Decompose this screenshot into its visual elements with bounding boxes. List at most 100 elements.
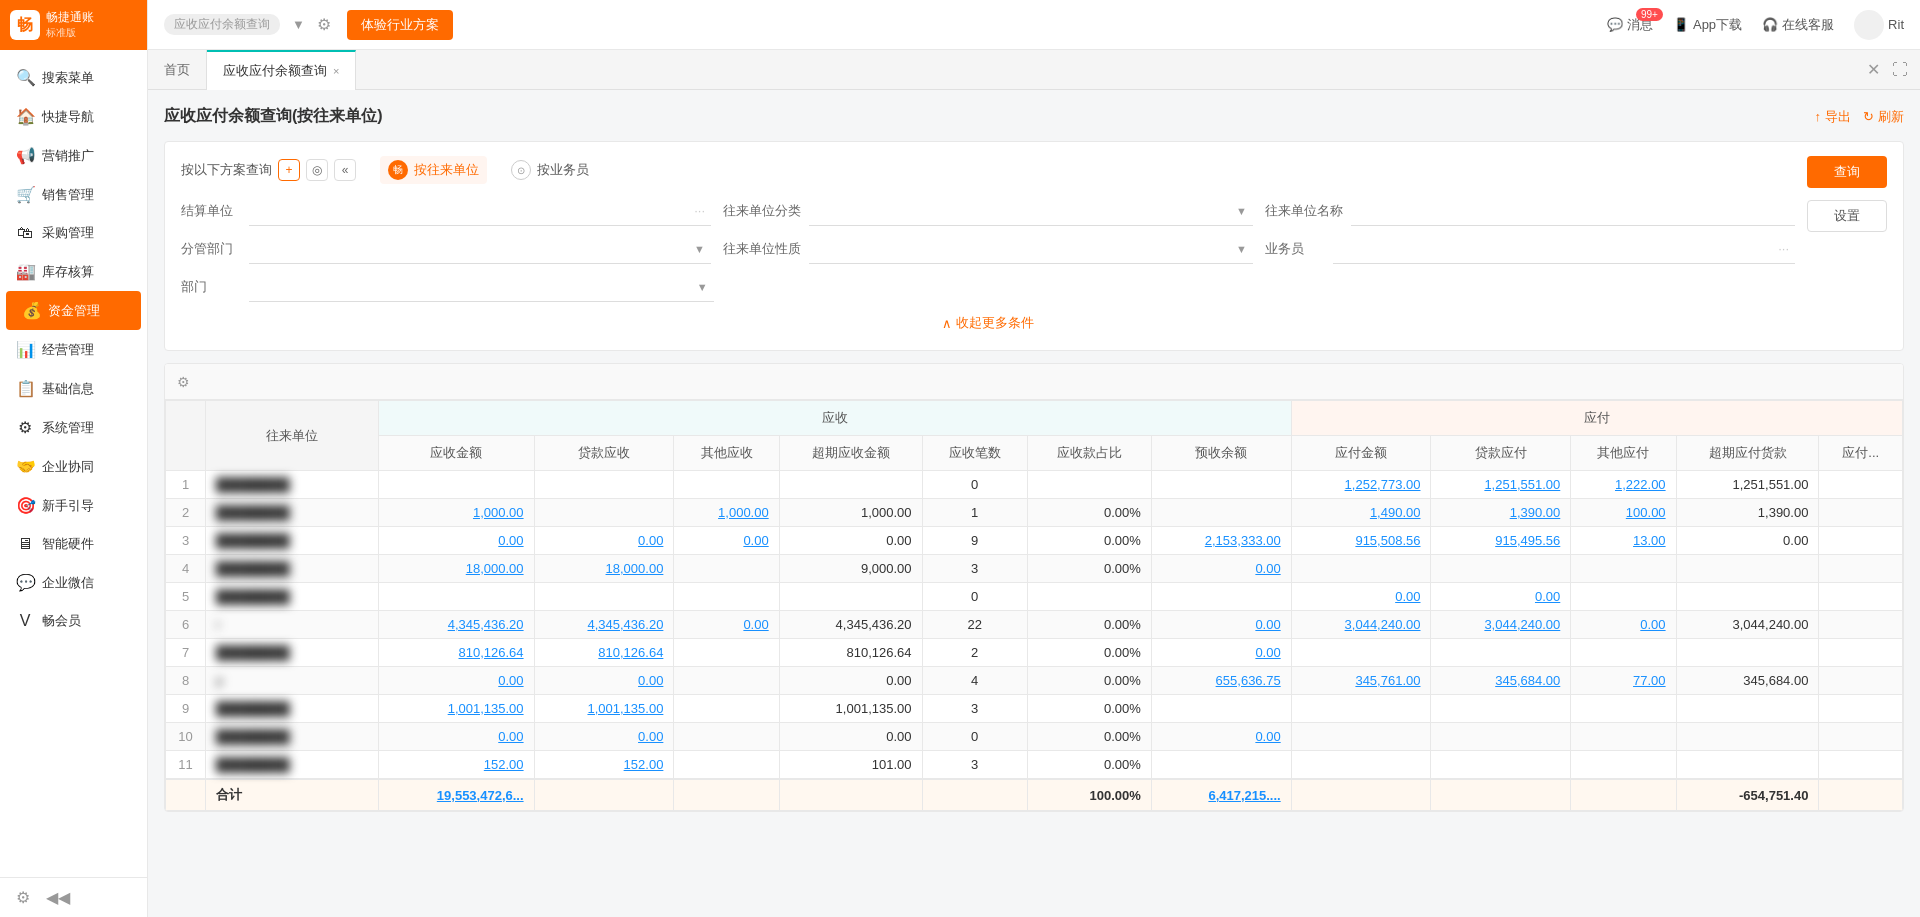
cell-receivable-amount[interactable]: 810,126.64 [379,639,534,667]
cell-prepaid-balance[interactable]: 2,153,333.00 [1151,527,1291,555]
filter-edit-icon[interactable]: ◎ [306,159,328,181]
sidebar-item-enterprise[interactable]: 🤝 企业协同 [0,447,147,486]
sidebar-item-purchase[interactable]: 🛍 采购管理 [0,214,147,252]
filter-add-icon[interactable]: + [278,159,300,181]
partner-category-select[interactable]: ▼ [809,196,1253,226]
cell-payable-amount[interactable]: 345,761.00 [1291,667,1431,695]
cell-loan-payable[interactable]: 345,684.00 [1431,667,1571,695]
sidebar-item-system[interactable]: ⚙ 系统管理 [0,408,147,447]
cell-loan-receivable[interactable]: 1,001,135.00 [534,695,674,723]
fullscreen-icon[interactable]: ⛶ [1892,61,1908,79]
col-receivable-ratio: 应收款占比 [1027,436,1151,471]
app-download-button[interactable]: 📱 App下载 [1673,16,1742,34]
collapse-sidebar-icon[interactable]: ◀◀ [46,888,70,907]
cell-other-payable[interactable]: 13.00 [1571,527,1676,555]
cell-receivable-count: 9 [922,527,1027,555]
query-button[interactable]: 查询 [1807,156,1887,188]
cell-payable-amount[interactable]: 0.00 [1291,583,1431,611]
settings-button[interactable]: 设置 [1807,200,1887,232]
tab-home[interactable]: 首页 [148,50,207,90]
sidebar-item-member[interactable]: V 畅会员 [0,602,147,640]
tab-receivable-query[interactable]: 应收应付余额查询 × [207,50,356,90]
cell-other-receivable[interactable]: 1,000.00 [674,499,779,527]
cell-loan-receivable[interactable]: 18,000.00 [534,555,674,583]
cell-receivable-amount[interactable]: 0.00 [379,527,534,555]
collapse-bar[interactable]: ∧ 收起更多条件 [181,310,1795,336]
cell-receivable-amount[interactable]: 4,345,436.20 [379,611,534,639]
cell-receivable-amount[interactable]: 18,000.00 [379,555,534,583]
tab-close-window-icon[interactable]: ✕ [1867,60,1880,79]
cell-other-receivable[interactable]: 0.00 [674,527,779,555]
table-footer-row: 合计 19,553,472,6... 100.00% 6,417,215.... [166,779,1903,811]
cell-payable-amount[interactable]: 915,508.56 [1291,527,1431,555]
cell-loan-receivable[interactable]: 4,345,436.20 [534,611,674,639]
settlement-unit-input[interactable]: ··· [249,196,711,226]
cell-loan-receivable[interactable]: 810,126.64 [534,639,674,667]
footer-label: 合计 [206,779,379,811]
sidebar-item-search[interactable]: 🔍 搜索菜单 [0,58,147,97]
cell-prepaid-balance[interactable]: 0.00 [1151,611,1291,639]
cell-prepaid-balance[interactable]: 0.00 [1151,555,1291,583]
cell-receivable-amount[interactable]: 1,001,135.00 [379,695,534,723]
division-select[interactable]: ▼ [249,234,711,264]
partner-name-input[interactable] [1351,196,1795,226]
online-service-button[interactable]: 🎧 在线客服 [1762,16,1834,34]
partner-nature-select[interactable]: ▼ [809,234,1253,264]
export-button[interactable]: ↑ 导出 [1815,108,1852,126]
cell-prepaid-balance[interactable]: 655,636.75 [1151,667,1291,695]
cell-payable-amount[interactable]: 1,490.00 [1291,499,1431,527]
cell-loan-receivable[interactable]: 152.00 [534,751,674,780]
filter-option-partner[interactable]: 畅 按往来单位 [380,156,487,184]
sidebar-item-hardware[interactable]: 🖥 智能硬件 [0,525,147,563]
tab-close-icon[interactable]: × [333,65,339,77]
partner-name-label: 往来单位名称 [1265,202,1343,220]
table-settings-icon[interactable]: ⚙ [177,374,190,390]
cell-loan-payable[interactable]: 915,495.56 [1431,527,1571,555]
cell-receivable-amount[interactable]: 0.00 [379,723,534,751]
user-avatar[interactable]: Rit [1854,10,1904,40]
cell-receivable-amount[interactable]: 0.00 [379,667,534,695]
cell-prepaid-balance[interactable]: 0.00 [1151,639,1291,667]
cell-payable-amount[interactable]: 1,252,773.00 [1291,471,1431,499]
cell-loan-payable[interactable]: 3,044,240.00 [1431,611,1571,639]
footer-overdue-payable: -654,751.40 [1676,779,1819,811]
salesperson-input[interactable]: ··· [1333,234,1795,264]
sidebar-item-sales[interactable]: 🛒 销售管理 [0,175,147,214]
cell-loan-receivable[interactable]: 0.00 [534,723,674,751]
cell-other-payable[interactable]: 0.00 [1571,611,1676,639]
cell-payable-amount[interactable]: 3,044,240.00 [1291,611,1431,639]
cell-loan-receivable[interactable]: 0.00 [534,667,674,695]
cell-loan-payable[interactable]: 1,251,551.00 [1431,471,1571,499]
cell-loan-receivable[interactable]: 0.00 [534,527,674,555]
topbar-settings-icon[interactable]: ⚙ [317,15,331,34]
cell-scroll [1819,499,1903,527]
cell-other-payable[interactable]: 77.00 [1571,667,1676,695]
sidebar-item-basic-info[interactable]: 📋 基础信息 [0,369,147,408]
sidebar-item-operations[interactable]: 📊 经营管理 [0,330,147,369]
cell-loan-payable[interactable]: 1,390.00 [1431,499,1571,527]
cell-other-payable[interactable]: 100.00 [1571,499,1676,527]
cell-loan-payable[interactable]: 0.00 [1431,583,1571,611]
sidebar-item-finance[interactable]: 💰 资金管理 [6,291,141,330]
cell-receivable-count: 0 [922,723,1027,751]
message-button[interactable]: 💬 消息 99+ [1607,16,1653,34]
cell-partner: ████████ [206,751,379,780]
sidebar-item-guide[interactable]: 🎯 新手引导 [0,486,147,525]
cell-receivable-amount[interactable]: 152.00 [379,751,534,780]
department-select[interactable]: ▼ [249,272,714,302]
promo-button[interactable]: 体验行业方案 [347,10,453,40]
filter-option-salesperson[interactable]: ⊙ 按业务员 [503,156,597,184]
cell-other-receivable[interactable]: 0.00 [674,611,779,639]
sidebar-item-quick-nav[interactable]: 🏠 快捷导航 [0,97,147,136]
sidebar-item-wechat[interactable]: 💬 企业微信 [0,563,147,602]
col-receivable-amount: 应收金额 [379,436,534,471]
sidebar-item-marketing[interactable]: 📢 营销推广 [0,136,147,175]
sidebar-logo: 畅 畅捷通账 标准版 [0,0,147,50]
cell-other-payable[interactable]: 1,222.00 [1571,471,1676,499]
cell-receivable-amount[interactable]: 1,000.00 [379,499,534,527]
filter-collapse-icon[interactable]: « [334,159,356,181]
refresh-button[interactable]: ↻ 刷新 [1863,108,1904,126]
settings-bottom-icon[interactable]: ⚙ [16,888,30,907]
cell-prepaid-balance[interactable]: 0.00 [1151,723,1291,751]
sidebar-item-inventory[interactable]: 🏭 库存核算 [0,252,147,291]
